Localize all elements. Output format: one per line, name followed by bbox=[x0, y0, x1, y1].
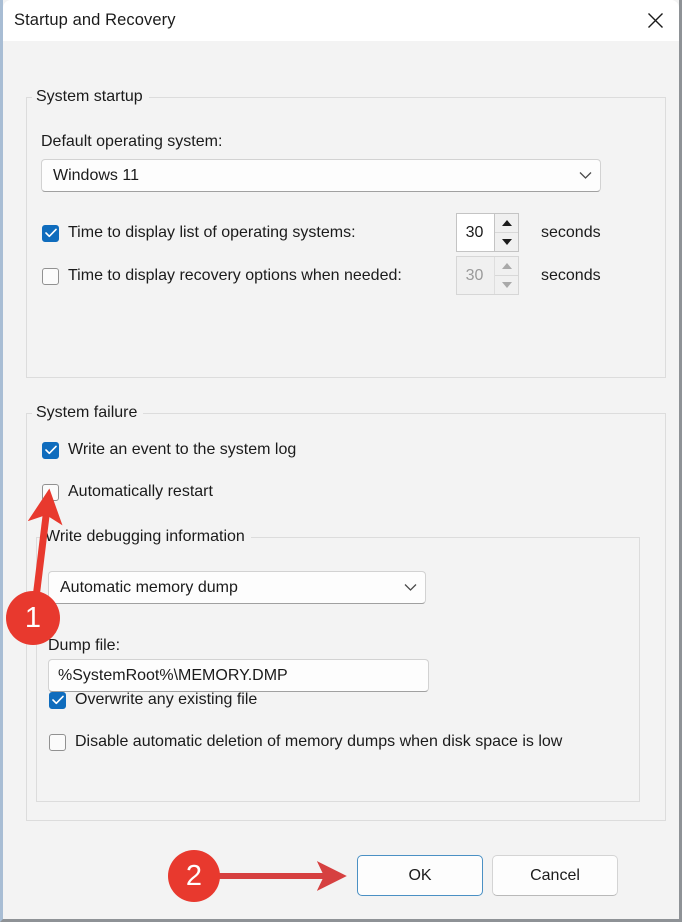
timeout-os-row[interactable]: Time to display list of operating system… bbox=[42, 224, 356, 242]
triangle-down-icon bbox=[502, 282, 512, 288]
auto-restart-label: Automatically restart bbox=[68, 483, 213, 501]
overwrite-label: Overwrite any existing file bbox=[75, 691, 257, 709]
startup-and-recovery-dialog: Startup and Recovery System startup Defa… bbox=[0, 0, 682, 922]
dump-file-value: %SystemRoot%\MEMORY.DMP bbox=[58, 667, 288, 685]
timeout-os-stepper[interactable]: 30 bbox=[456, 213, 519, 252]
timeout-os-stepper-buttons bbox=[494, 214, 518, 251]
stepper-down-button[interactable] bbox=[495, 233, 518, 251]
overwrite-checkbox[interactable] bbox=[49, 692, 66, 709]
write-event-row[interactable]: Write an event to the system log bbox=[42, 441, 296, 459]
timeout-recovery-label: Time to display recovery options when ne… bbox=[68, 267, 402, 285]
triangle-up-icon bbox=[502, 220, 512, 226]
system-startup-group-title: System startup bbox=[32, 88, 149, 106]
triangle-up-icon bbox=[502, 263, 512, 269]
dialog-body: System startup Default operating system:… bbox=[3, 41, 679, 919]
default-os-value: Windows 11 bbox=[53, 167, 570, 185]
dump-file-label: Dump file: bbox=[48, 637, 120, 655]
write-event-label: Write an event to the system log bbox=[68, 441, 296, 459]
write-event-checkbox[interactable] bbox=[42, 442, 59, 459]
timeout-recovery-stepper: 30 bbox=[456, 256, 519, 295]
disable-deletion-checkbox[interactable] bbox=[49, 734, 66, 751]
default-os-combobox[interactable]: Windows 11 bbox=[41, 159, 601, 192]
annotation-marker-2: 2 bbox=[168, 850, 220, 902]
auto-restart-checkbox[interactable] bbox=[42, 484, 59, 501]
chevron-down-icon bbox=[570, 171, 600, 180]
auto-restart-row[interactable]: Automatically restart bbox=[42, 483, 213, 501]
triangle-down-icon bbox=[502, 239, 512, 245]
timeout-recovery-stepper-buttons bbox=[494, 257, 518, 294]
timeout-os-unit: seconds bbox=[541, 224, 601, 242]
cancel-button[interactable]: Cancel bbox=[492, 855, 618, 896]
timeout-os-label: Time to display list of operating system… bbox=[68, 224, 356, 242]
ok-button[interactable]: OK bbox=[357, 855, 483, 896]
title-bar: Startup and Recovery bbox=[3, 0, 679, 41]
timeout-os-checkbox[interactable] bbox=[42, 225, 59, 242]
disable-deletion-row[interactable]: Disable automatic deletion of memory dum… bbox=[49, 733, 562, 751]
close-icon bbox=[646, 11, 665, 30]
write-debugging-group-title: Write debugging information bbox=[41, 528, 251, 546]
stepper-up-button bbox=[495, 257, 518, 276]
annotation-marker-1: 1 bbox=[6, 591, 60, 645]
timeout-recovery-checkbox[interactable] bbox=[42, 268, 59, 285]
overwrite-row[interactable]: Overwrite any existing file bbox=[49, 691, 257, 709]
dump-type-combobox[interactable]: Automatic memory dump bbox=[48, 571, 426, 604]
disable-deletion-label: Disable automatic deletion of memory dum… bbox=[75, 733, 562, 751]
close-button[interactable] bbox=[631, 0, 679, 41]
window-title: Startup and Recovery bbox=[14, 11, 176, 30]
default-os-label: Default operating system: bbox=[41, 133, 222, 151]
stepper-down-button bbox=[495, 276, 518, 294]
dump-file-input[interactable]: %SystemRoot%\MEMORY.DMP bbox=[48, 659, 429, 692]
timeout-recovery-value: 30 bbox=[457, 257, 494, 294]
timeout-recovery-unit: seconds bbox=[541, 267, 601, 285]
chevron-down-icon bbox=[395, 583, 425, 592]
dump-type-value: Automatic memory dump bbox=[60, 579, 395, 597]
timeout-recovery-row[interactable]: Time to display recovery options when ne… bbox=[42, 267, 402, 285]
stepper-up-button[interactable] bbox=[495, 214, 518, 233]
timeout-os-value: 30 bbox=[457, 214, 494, 251]
system-failure-group-title: System failure bbox=[32, 404, 143, 422]
